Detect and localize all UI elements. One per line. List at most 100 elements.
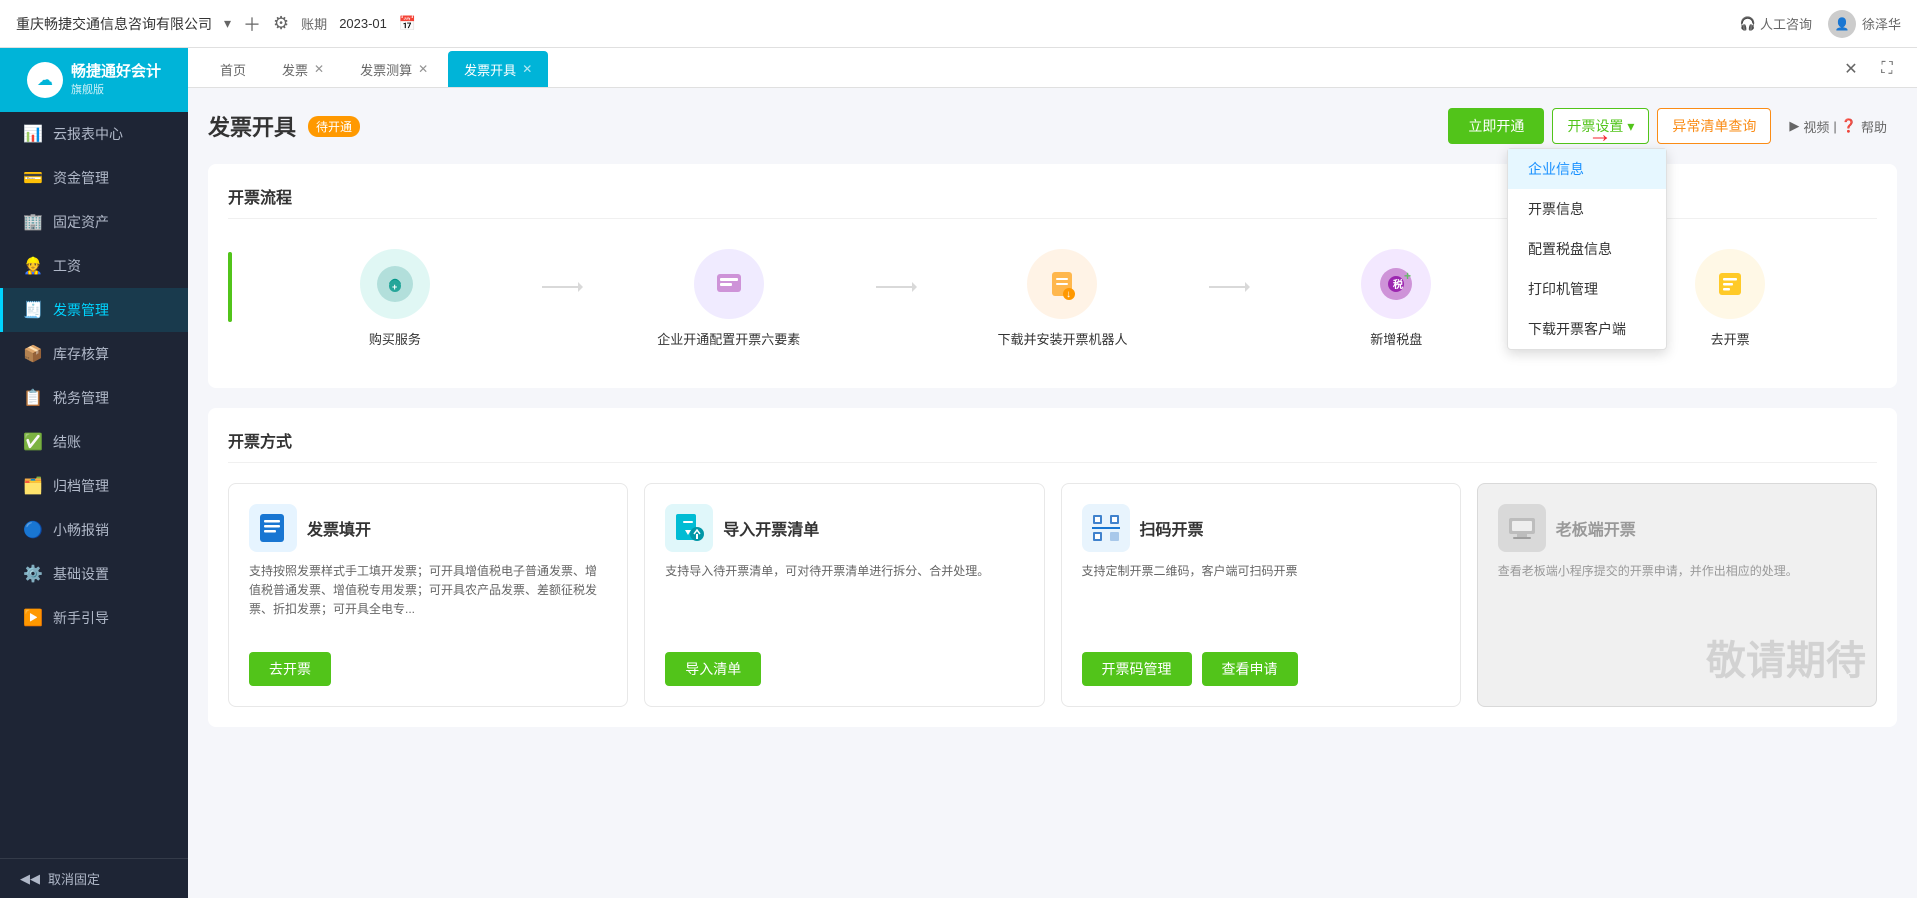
page-title: 发票开具 xyxy=(208,110,296,142)
method-card-import: 导入开票清单 支持导入待开票清单，可对待开票清单进行拆分、合并处理。 导入清单 xyxy=(644,483,1044,707)
settings-dropdown-menu: → 企业信息 开票信息 配置税盘信息 打印机管理 xyxy=(1507,148,1667,350)
zijin-icon: 💳 xyxy=(23,168,43,188)
tab-bar: 首页 发票 ✕ 发票测算 ✕ 发票开具 ✕ ✕ ⛶ xyxy=(188,48,1917,88)
sidebar-item-jichu[interactable]: ⚙️ 基础设置 xyxy=(0,552,188,596)
fill-icon xyxy=(249,504,297,552)
content-area: 首页 发票 ✕ 发票测算 ✕ 发票开具 ✕ ✕ ⛶ xyxy=(188,48,1917,898)
sidebar-item-fapiao[interactable]: 🧾 发票管理 xyxy=(0,288,188,332)
yunbao-icon: 📊 xyxy=(23,124,43,144)
dropdown-item-label: 下载开票客户端 xyxy=(1528,321,1626,337)
sidebar-item-label: 云报表中心 xyxy=(53,124,123,144)
dropdown-item-kaipiaoxinxi[interactable]: 开票信息 xyxy=(1508,189,1666,229)
abnormal-button[interactable]: 异常清单查询 xyxy=(1657,108,1771,144)
help-circle-icon: ❓ xyxy=(1841,118,1857,134)
dropdown-item-dayinji[interactable]: 打印机管理 xyxy=(1508,269,1666,309)
tab-fapiaocesuang[interactable]: 发票测算 ✕ xyxy=(344,51,444,87)
period-value: 2023-01 xyxy=(339,16,387,31)
guidang-icon: 🗂️ xyxy=(23,476,43,496)
flow-left-bar xyxy=(228,252,232,322)
tab-fapiao-close[interactable]: ✕ xyxy=(314,62,324,76)
xinshou-icon: ▶️ xyxy=(23,608,43,628)
sidebar-item-label: 库存核算 xyxy=(53,344,109,364)
sidebar-item-label: 税务管理 xyxy=(53,388,109,408)
method-import-desc: 支持导入待开票清单，可对待开票清单进行拆分、合并处理。 xyxy=(665,562,1023,642)
sidebar-item-baoxiao[interactable]: 🔵 小畅报销 xyxy=(0,508,188,552)
user-name: 徐泽华 xyxy=(1862,14,1901,33)
tab-fapiao[interactable]: 发票 ✕ xyxy=(266,51,340,87)
sidebar-item-label: 固定资产 xyxy=(53,212,109,232)
step-connector-3 xyxy=(1209,286,1249,288)
tab-cesuang-close[interactable]: ✕ xyxy=(418,62,428,76)
settings-dropdown-arrow: ▾ xyxy=(1627,118,1634,135)
cancel-icon: ◀◀ xyxy=(20,871,40,887)
company-name[interactable]: 重庆畅捷交通信息咨询有限公司 xyxy=(16,14,212,34)
method-card-boss: 老板端开票 查看老板端小程序提交的开票申请，并作出相应的处理。 敬请期待 xyxy=(1477,483,1877,707)
top-bar: 重庆畅捷交通信息咨询有限公司 ▾ ＋ ⚙ 账期 2023-01 📅 🎧 人工咨询… xyxy=(0,0,1917,48)
dropdown-item-peizhi[interactable]: 配置税盘信息 xyxy=(1508,229,1666,269)
flow-step-2: 企业开通配置开票六要素 xyxy=(582,249,876,348)
sidebar-item-gongzi[interactable]: 👷 工资 xyxy=(0,244,188,288)
logo-text: 畅捷通好会计 xyxy=(71,63,161,81)
sidebar-item-shuiwu[interactable]: 📋 税务管理 xyxy=(0,376,188,420)
jichu-icon: ⚙️ xyxy=(23,564,43,584)
sidebar-item-guidang[interactable]: 🗂️ 归档管理 xyxy=(0,464,188,508)
sidebar-item-gudingzichan[interactable]: 🏢 固定资产 xyxy=(0,200,188,244)
fill-invoice-button[interactable]: 去开票 xyxy=(249,652,331,686)
methods-section: 开票方式 xyxy=(208,408,1897,727)
sidebar-item-jiezhang[interactable]: ✅ 结账 xyxy=(0,420,188,464)
dropdown-item-label: 开票信息 xyxy=(1528,201,1584,217)
svg-text:↓: ↓ xyxy=(1066,289,1071,300)
maximize-window-button[interactable]: ⛶ xyxy=(1873,55,1901,83)
cancel-fixed-button[interactable]: ◀◀ 取消固定 xyxy=(0,859,188,898)
logo-subtitle: 旗舰版 xyxy=(71,81,161,97)
status-badge: 待开通 xyxy=(308,116,360,137)
step-icon-invoice xyxy=(1695,249,1765,319)
consultant-button[interactable]: 🎧 人工咨询 xyxy=(1740,14,1812,33)
settings-icon[interactable]: ⚙ xyxy=(273,13,289,34)
dropdown-item-label: 配置税盘信息 xyxy=(1528,241,1612,257)
import-list-button[interactable]: 导入清单 xyxy=(665,652,761,686)
step-label-5: 去开票 xyxy=(1711,329,1750,348)
sidebar-item-label: 资金管理 xyxy=(53,168,109,188)
method-fill-title: 发票填开 xyxy=(307,516,371,540)
method-boss-header: 老板端开票 xyxy=(1498,504,1856,552)
dropdown-item-xiazai[interactable]: 下载开票客户端 xyxy=(1508,309,1666,349)
tab-home[interactable]: 首页 xyxy=(204,51,262,87)
step-icon-taxdisk: 税 + xyxy=(1361,249,1431,319)
kucun-icon: 📦 xyxy=(23,344,43,364)
dropdown-item-qiyexinxi[interactable]: 企业信息 xyxy=(1508,149,1666,189)
flow-step-4: 税 + 新增税盘 xyxy=(1249,249,1543,348)
logo-text-area: 畅捷通好会计 旗舰版 xyxy=(71,63,161,97)
tab-cesuang-label: 发票测算 xyxy=(360,60,412,79)
tab-kaiju-label: 发票开具 xyxy=(464,60,516,79)
qr-manage-button[interactable]: 开票码管理 xyxy=(1082,652,1192,686)
sidebar-item-label: 基础设置 xyxy=(53,564,109,584)
scan-icon xyxy=(1082,504,1130,552)
step-connector-1 xyxy=(542,286,582,288)
methods-section-title: 开票方式 xyxy=(228,428,1877,463)
logo-icon: ☁ xyxy=(27,62,63,98)
sidebar-item-zijin[interactable]: 💳 资金管理 xyxy=(0,156,188,200)
add-icon[interactable]: ＋ xyxy=(243,11,261,37)
shuiwu-icon: 📋 xyxy=(23,388,43,408)
calendar-icon[interactable]: 📅 xyxy=(399,15,416,32)
view-apply-button[interactable]: 查看申请 xyxy=(1202,652,1298,686)
gongzi-icon: 👷 xyxy=(23,256,43,276)
video-button[interactable]: ▶ 视频 | ❓ 帮助 xyxy=(1779,110,1897,143)
tab-kaiju-close[interactable]: ✕ xyxy=(522,62,532,76)
svg-text:+: + xyxy=(392,282,397,292)
tab-fapiaokaiju[interactable]: 发票开具 ✕ xyxy=(448,51,548,87)
flow-step-1: + 购买服务 xyxy=(248,249,542,348)
activate-button[interactable]: 立即开通 xyxy=(1448,108,1544,144)
sidebar-item-label: 发票管理 xyxy=(53,300,109,320)
guding-icon: 🏢 xyxy=(23,212,43,232)
close-window-button[interactable]: ✕ xyxy=(1837,55,1865,83)
help-label: 帮助 xyxy=(1861,117,1887,136)
step-connector-2 xyxy=(876,286,916,288)
page-title-area: 发票开具 待开通 xyxy=(208,110,360,142)
user-info[interactable]: 👤 徐泽华 xyxy=(1828,10,1901,38)
sidebar-item-xinshou[interactable]: ▶️ 新手引导 xyxy=(0,596,188,640)
sidebar-item-yunbao[interactable]: 📊 云报表中心 xyxy=(0,112,188,156)
dropdown-arrow-icon[interactable]: ▾ xyxy=(224,15,231,32)
sidebar-item-kucun[interactable]: 📦 库存核算 xyxy=(0,332,188,376)
